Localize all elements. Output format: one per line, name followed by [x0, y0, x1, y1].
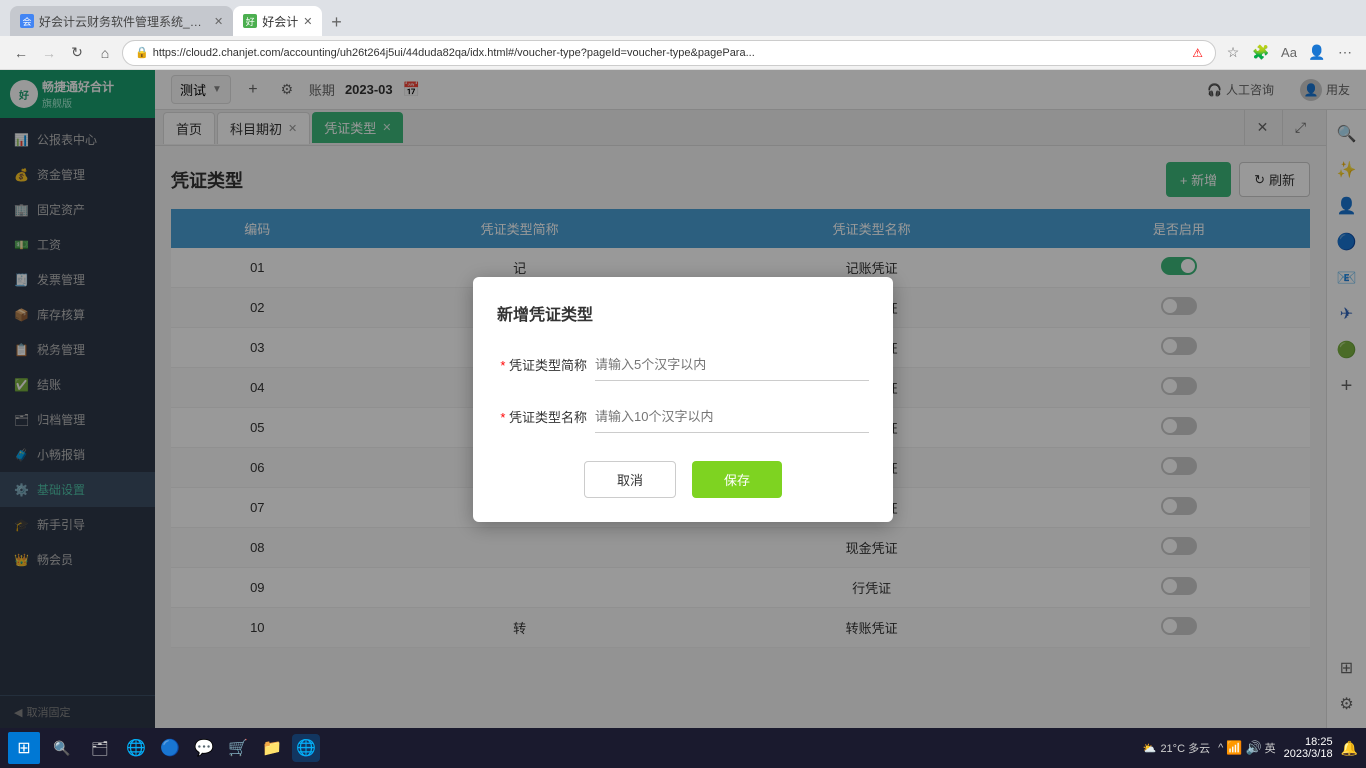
date-text: 2023/3/18: [1284, 748, 1333, 760]
taskbar-edge[interactable]: 🌐: [122, 734, 150, 762]
tab1-favicon: 会: [20, 14, 34, 28]
taskbar-edge2[interactable]: 🌐: [292, 734, 320, 762]
taskbar-weather-area: ⛅ 21°C 多云: [1143, 740, 1210, 756]
forward-button[interactable]: →: [38, 42, 60, 64]
modal-overlay: 新增凭证类型 * 凭证类型简称 * 凭证类型名称 取消 保存: [0, 70, 1366, 728]
save-button[interactable]: 保存: [692, 461, 782, 498]
browser-chrome: 会 好会计云财务软件管理系统_会计 ✕ 好 好会计 ✕ + ← → ↻ ⌂ 🔒 …: [0, 0, 1366, 70]
address-bar: ← → ↻ ⌂ 🔒 https://cloud2.chanjet.com/acc…: [0, 36, 1366, 70]
taskbar-wechat[interactable]: 💬: [190, 734, 218, 762]
taskbar-search[interactable]: 🔍: [46, 732, 78, 764]
security-warning-icon: ⚠: [1192, 46, 1203, 60]
new-tab-button[interactable]: +: [322, 8, 350, 36]
short-name-field: * 凭证类型简称: [497, 349, 869, 381]
time-text: 18:25: [1305, 736, 1333, 748]
type-name-field: * 凭证类型名称: [497, 401, 869, 433]
start-button[interactable]: ⊞: [8, 732, 40, 764]
lock-icon: 🔒: [135, 46, 149, 59]
tab2-label: 好会计: [262, 13, 298, 30]
account-icon[interactable]: 👤: [1306, 42, 1328, 64]
reload-button[interactable]: ↻: [66, 42, 88, 64]
network-icon[interactable]: 📶: [1226, 740, 1242, 756]
weather-text: 21°C 多云: [1160, 740, 1210, 756]
notification-icon[interactable]: 🔔: [1341, 740, 1358, 757]
back-button[interactable]: ←: [10, 42, 32, 64]
extensions-icon[interactable]: 🧩: [1250, 42, 1272, 64]
tab1-label: 好会计云财务软件管理系统_会计: [39, 13, 209, 30]
address-input-wrapper[interactable]: 🔒 https://cloud2.chanjet.com/accounting/…: [122, 40, 1216, 66]
taskbar-system-icons: ^ 📶 🔊 英: [1218, 740, 1276, 756]
volume-icon[interactable]: 🔊: [1245, 740, 1261, 756]
short-name-input[interactable]: [595, 349, 869, 381]
lang-indicator[interactable]: 英: [1265, 740, 1276, 756]
modal-actions: 取消 保存: [497, 461, 869, 498]
taskbar-clock[interactable]: 18:25 2023/3/18: [1284, 736, 1333, 760]
tab-bar: 会 好会计云财务软件管理系统_会计 ✕ 好 好会计 ✕ +: [0, 0, 1366, 36]
type-name-label: * 凭证类型名称: [497, 407, 587, 426]
tab2-close[interactable]: ✕: [303, 15, 312, 28]
modal-title: 新增凭证类型: [497, 301, 869, 325]
taskbar-win-store[interactable]: 🛒: [224, 734, 252, 762]
menu-icon[interactable]: ⋯: [1334, 42, 1356, 64]
taskbar-explorer[interactable]: 📁: [258, 734, 286, 762]
browser-star-icon[interactable]: ☆: [1222, 42, 1244, 64]
browser-tab-inactive[interactable]: 会 好会计云财务软件管理系统_会计 ✕: [10, 6, 233, 36]
taskbar: ⊞ 🔍 🗂 🌐 🔵 💬 🛒 📁 🌐 ⛅ 21°C 多云 ^ 📶 🔊 英 18:2…: [0, 728, 1366, 768]
reader-icon[interactable]: Aa: [1278, 42, 1300, 64]
address-text: https://cloud2.chanjet.com/accounting/uh…: [153, 47, 1189, 59]
taskbar-right-area: ⛅ 21°C 多云 ^ 📶 🔊 英 18:25 2023/3/18 🔔: [1143, 736, 1358, 760]
taskbar-chrome[interactable]: 🔵: [156, 734, 184, 762]
home-button[interactable]: ⌂: [94, 42, 116, 64]
short-name-label: * 凭证类型简称: [497, 355, 587, 374]
weather-icon: ⛅: [1143, 742, 1157, 755]
browser-tab-active[interactable]: 好 好会计 ✕: [233, 6, 322, 36]
cancel-button[interactable]: 取消: [584, 461, 676, 498]
type-name-input[interactable]: [595, 401, 869, 433]
modal: 新增凭证类型 * 凭证类型简称 * 凭证类型名称 取消 保存: [473, 277, 893, 522]
taskbar-task-view[interactable]: 🗂: [84, 732, 116, 764]
tab2-favicon: 好: [243, 14, 257, 28]
tab1-close[interactable]: ✕: [214, 15, 223, 28]
chevron-icon[interactable]: ^: [1218, 742, 1223, 754]
